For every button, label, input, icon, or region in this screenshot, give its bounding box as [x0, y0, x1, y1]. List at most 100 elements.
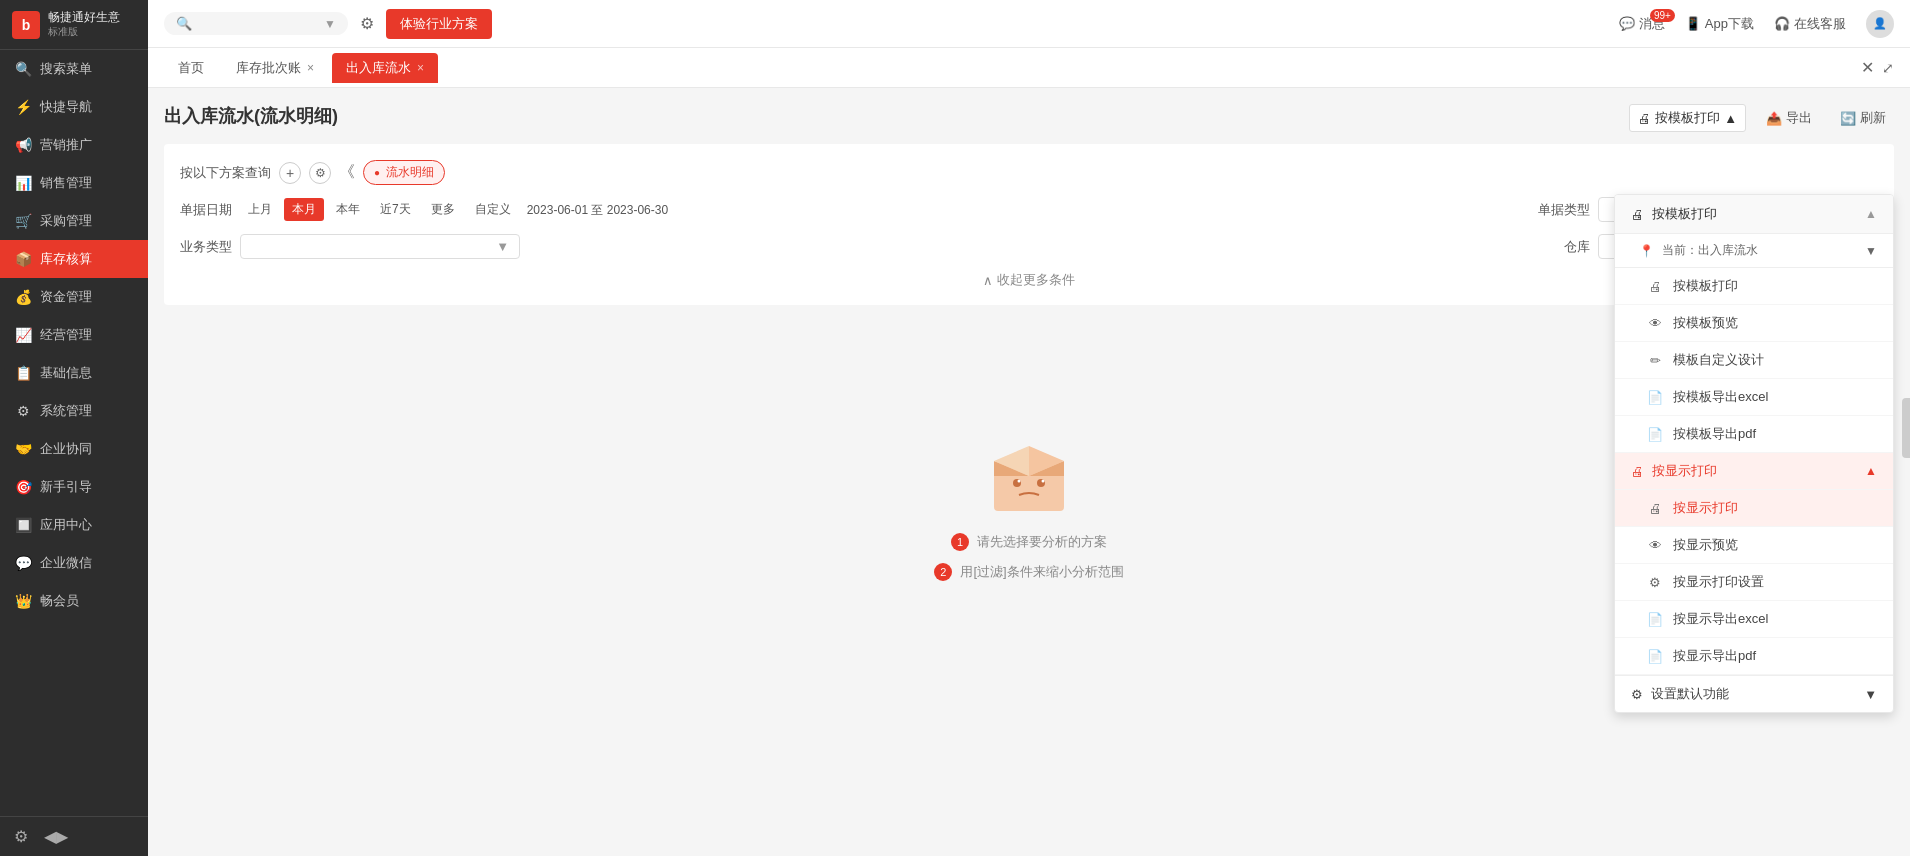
dropdown-item-display-print[interactable]: 🖨 按显示打印 [1615, 490, 1893, 527]
sidebar-item-sales[interactable]: 📊 销售管理 [0, 164, 148, 202]
display-pdf-label: 按显示导出pdf [1673, 647, 1756, 665]
date-tab-7days[interactable]: 近7天 [372, 198, 419, 221]
date-tab-more[interactable]: 更多 [423, 198, 463, 221]
main-area: 🔍 ▼ ⚙ 体验行业方案 💬 消息 99+ 📱 App下载 🎧 在线客服 👤 [148, 0, 1910, 856]
refresh-icon: 🔄 [1840, 111, 1856, 126]
dropdown-item-display-excel[interactable]: 📄 按显示导出excel [1615, 601, 1893, 638]
sidebar-item-basic[interactable]: 📋 基础信息 [0, 354, 148, 392]
topbar-search-area[interactable]: 🔍 ▼ [164, 12, 348, 35]
date-field-label: 单据日期 [180, 201, 232, 219]
tab-inventory-flow[interactable]: 出入库流水 × [332, 53, 438, 83]
print-template-button[interactable]: 🖨 按模板打印 ▲ [1629, 104, 1746, 132]
sidebar-item-wechat[interactable]: 💬 企业微信 [0, 544, 148, 582]
tab-inventory-batch-close[interactable]: × [307, 62, 314, 74]
sidebar-item-label: 采购管理 [40, 212, 92, 230]
message-button[interactable]: 💬 消息 99+ [1619, 15, 1665, 33]
sidebar-item-label: 企业协同 [40, 440, 92, 458]
display-excel-label: 按显示导出excel [1673, 610, 1768, 628]
sidebar-item-marketing[interactable]: 📢 营销推广 [0, 126, 148, 164]
topbar-chevron-icon: ▼ [324, 17, 336, 31]
app-download-button[interactable]: 📱 App下载 [1685, 15, 1754, 33]
refresh-button[interactable]: 🔄 刷新 [1832, 105, 1894, 131]
collapse-label: 收起更多条件 [997, 271, 1075, 289]
sidebar-item-purchase[interactable]: 🛒 采购管理 [0, 202, 148, 240]
online-service-label: 在线客服 [1794, 15, 1846, 33]
date-tab-custom[interactable]: 自定义 [467, 198, 519, 221]
sidebar-item-corp[interactable]: 🤝 企业协同 [0, 430, 148, 468]
business-type-select[interactable]: ▼ [240, 234, 520, 259]
date-tab-this-month[interactable]: 本月 [284, 198, 324, 221]
sidebar-item-search[interactable]: 🔍 搜索菜单 [0, 50, 148, 88]
right-edge-handle[interactable] [1902, 398, 1910, 458]
export-label: 导出 [1786, 109, 1812, 127]
date-tab-last-month[interactable]: 上月 [240, 198, 280, 221]
date-tab-this-year[interactable]: 本年 [328, 198, 368, 221]
template-print-icon: 🖨 [1647, 278, 1663, 294]
sidebar-item-label: 企业微信 [40, 554, 92, 572]
app-download-label: App下载 [1705, 15, 1754, 33]
expand-tabs-icon[interactable]: ⤢ [1882, 60, 1894, 76]
template-excel-icon: 📄 [1647, 389, 1663, 405]
user-avatar[interactable]: 👤 [1866, 10, 1894, 38]
sidebar-item-app-center[interactable]: 🔲 应用中心 [0, 506, 148, 544]
dropdown-sub-section-header[interactable]: 🖨 按显示打印 ▲ [1615, 453, 1893, 490]
dropdown-item-template-pdf[interactable]: 📄 按模板导出pdf [1615, 416, 1893, 453]
sidebar-bottom: ⚙ ◀▶ [0, 816, 148, 856]
display-print-icon: 🖨 [1647, 500, 1663, 516]
sidebar-item-inventory[interactable]: 📦 库存核算 [0, 240, 148, 278]
sidebar-item-label: 销售管理 [40, 174, 92, 192]
sidebar-item-label: 应用中心 [40, 516, 92, 534]
filter-chip-label: 流水明细 [386, 164, 434, 181]
app-name: 畅捷通好生意 [48, 10, 120, 26]
sidebar-item-quick-nav[interactable]: ⚡ 快捷导航 [0, 88, 148, 126]
display-print-settings-label: 按显示打印设置 [1673, 573, 1764, 591]
topbar-settings-icon[interactable]: ⚙ [360, 14, 374, 33]
print-icon: 🖨 [1638, 111, 1651, 126]
date-field: 单据日期 上月 本月 本年 近7天 更多 自定义 2023-06-01 至 20… [180, 198, 668, 221]
collapse-more-button[interactable]: ∧ 收起更多条件 [983, 271, 1075, 289]
template-print-label: 按模板打印 [1673, 277, 1738, 295]
tab-inventory-batch[interactable]: 库存批次账 × [222, 53, 328, 83]
template-design-label: 模板自定义设计 [1673, 351, 1764, 369]
message-badge: 99+ [1650, 9, 1675, 22]
sidebar-item-system[interactable]: ⚙ 系统管理 [0, 392, 148, 430]
trial-button[interactable]: 体验行业方案 [386, 9, 492, 39]
dropdown-item-template-excel[interactable]: 📄 按模板导出excel [1615, 379, 1893, 416]
current-chevron-icon: ▼ [1865, 244, 1877, 258]
template-pdf-icon: 📄 [1647, 426, 1663, 442]
app-version: 标准版 [48, 25, 120, 39]
sidebar-item-finance[interactable]: 💰 资金管理 [0, 278, 148, 316]
warehouse-label: 仓库 [1564, 238, 1590, 256]
collapse-sidebar-icon[interactable]: ◀▶ [44, 827, 68, 846]
dropdown-header[interactable]: 🖨 按模板打印 ▲ [1615, 195, 1893, 234]
tab-home[interactable]: 首页 [164, 53, 218, 83]
purchase-icon: 🛒 [14, 212, 32, 230]
display-preview-icon: 👁 [1647, 537, 1663, 553]
topbar-search-input[interactable] [198, 16, 318, 31]
dropdown-item-display-preview[interactable]: 👁 按显示预览 [1615, 527, 1893, 564]
dropdown-item-display-print-settings[interactable]: ⚙ 按显示打印设置 [1615, 564, 1893, 601]
dropdown-header-text: 按模板打印 [1652, 205, 1717, 223]
sidebar-item-operations[interactable]: 📈 经营管理 [0, 316, 148, 354]
dropdown-footer[interactable]: ⚙ 设置默认功能 ▼ [1615, 675, 1893, 712]
close-all-tabs-icon[interactable]: ✕ [1861, 58, 1874, 77]
online-service-button[interactable]: 🎧 在线客服 [1774, 15, 1846, 33]
settings-gear-icon[interactable]: ⚙ [14, 827, 28, 846]
dropdown-item-display-pdf[interactable]: 📄 按显示导出pdf [1615, 638, 1893, 675]
filter-chip[interactable]: ● 流水明细 [363, 160, 445, 185]
sidebar-item-guide[interactable]: 🎯 新手引导 [0, 468, 148, 506]
filter-add-button[interactable]: + [279, 162, 301, 184]
tab-inventory-flow-close[interactable]: × [417, 62, 424, 74]
guide-icon: 🎯 [14, 478, 32, 496]
dropdown-item-template-design[interactable]: ✏ 模板自定义设计 [1615, 342, 1893, 379]
filter-settings-button[interactable]: ⚙ [309, 162, 331, 184]
business-type-chevron-icon: ▼ [496, 239, 509, 254]
filter-collapse-icon[interactable]: 《 [339, 162, 355, 183]
dropdown-item-template-print[interactable]: 🖨 按模板打印 [1615, 268, 1893, 305]
sidebar-item-member[interactable]: 👑 畅会员 [0, 582, 148, 620]
business-type-label: 业务类型 [180, 238, 232, 256]
business-type-field: 业务类型 ▼ [180, 234, 520, 259]
wechat-icon: 💬 [14, 554, 32, 572]
export-button[interactable]: 📤 导出 [1758, 105, 1820, 131]
dropdown-item-template-preview[interactable]: 👁 按模板预览 [1615, 305, 1893, 342]
